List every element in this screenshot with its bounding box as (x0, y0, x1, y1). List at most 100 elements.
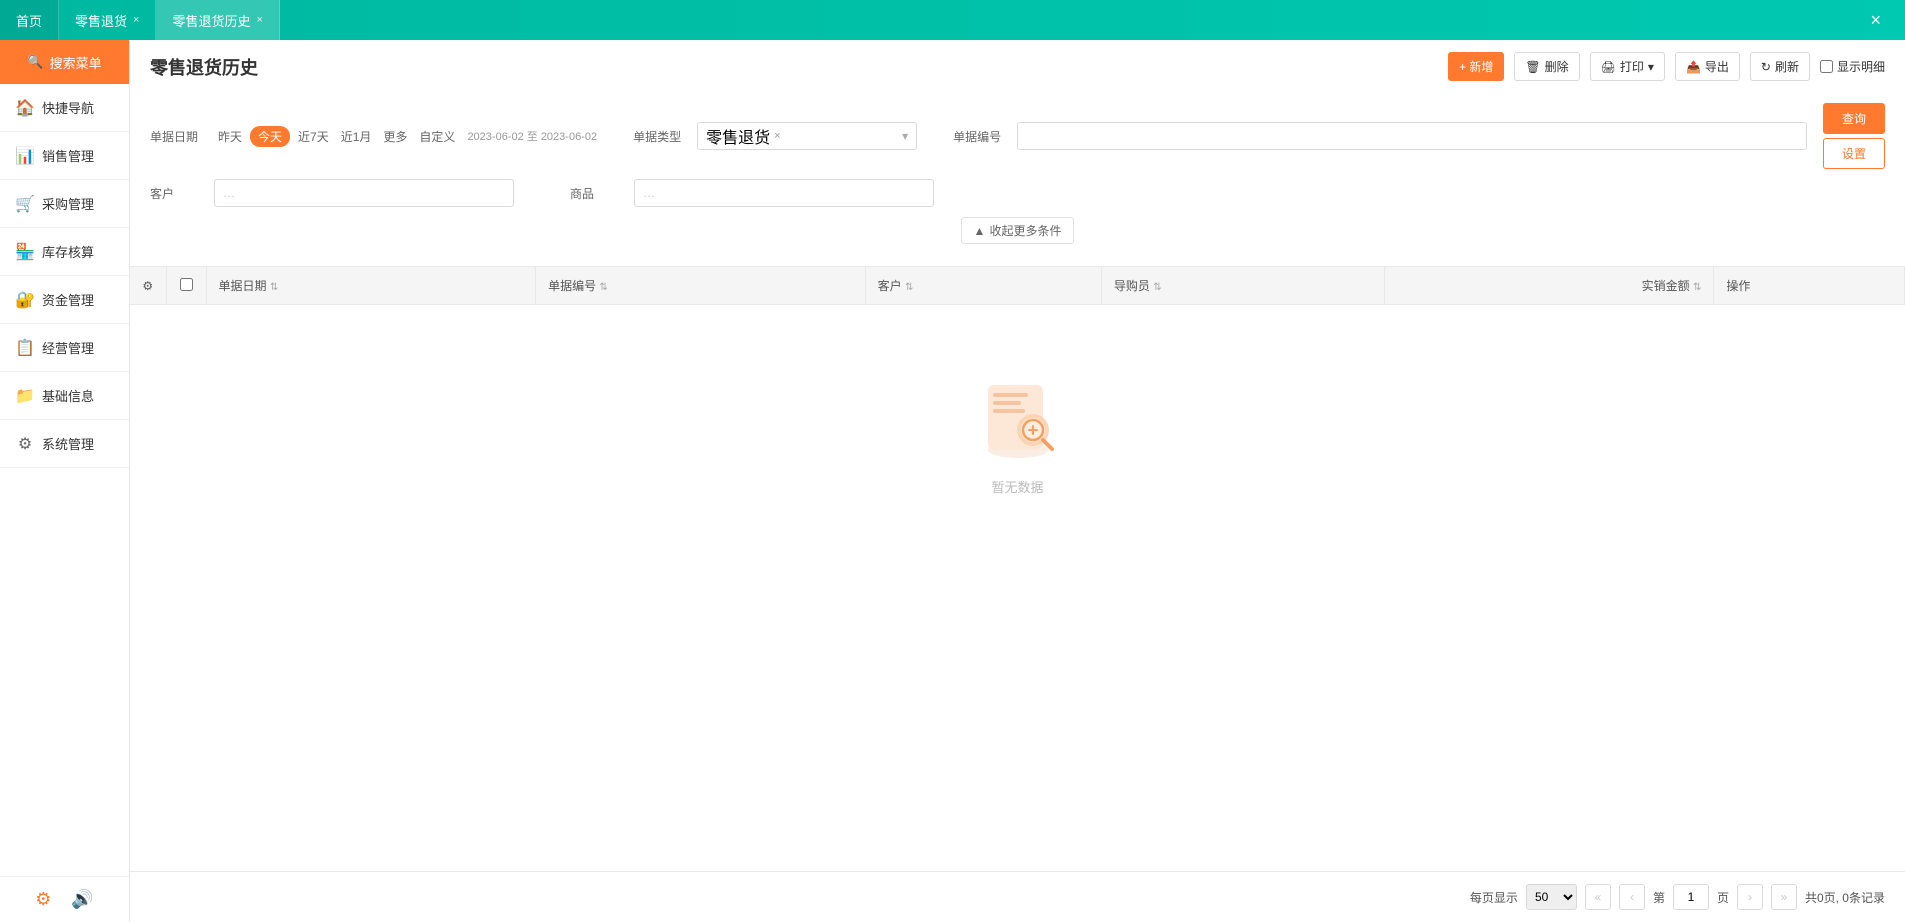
tab-retail-return-label: 零售退货 (75, 11, 127, 30)
quick-nav-icon: 🏠 (16, 99, 34, 117)
print-button[interactable]: 🖨 打印 ▾ (1590, 52, 1665, 81)
collapse-label: 收起更多条件 (989, 222, 1061, 239)
doc-type-tag-close[interactable]: × (774, 130, 780, 142)
inventory-icon: 🏪 (16, 243, 34, 261)
customer-input[interactable]: … (214, 179, 514, 207)
doc-no-col-header[interactable]: 单据编号 ⇅ (536, 267, 866, 305)
content-area: 零售退货历史 + 新增 🗑 删除 🖨 打印 ▾ 📤 导出 (130, 40, 1905, 922)
doc-type-selected-value: 零售退货 × (706, 124, 780, 148)
sidebar-item-finance[interactable]: 🔐 资金管理 (0, 276, 129, 324)
sidebar-item-sales-label: 销售管理 (42, 146, 94, 165)
checkbox-col-header[interactable] (166, 267, 206, 305)
audio-bottom-icon[interactable]: 🔊 (71, 889, 93, 910)
collapse-button[interactable]: ▲ 收起更多条件 (961, 217, 1075, 244)
page-title: 零售退货历史 (150, 54, 258, 80)
date-range-text: 2023-06-02 至 2023-06-02 (467, 128, 597, 144)
doc-no-input[interactable] (1017, 122, 1807, 150)
sidebar-item-finance-label: 资金管理 (42, 290, 94, 309)
export-icon: 📤 (1686, 60, 1701, 74)
doc-type-filter-group: 单据类型 零售退货 × ▾ (633, 122, 917, 150)
sidebar-item-system[interactable]: ⚙ 系统管理 (0, 420, 129, 468)
date-7days-btn[interactable]: 近7天 (294, 126, 333, 147)
amount-sort-icon: ⇅ (1693, 282, 1701, 293)
query-button[interactable]: 查询 (1823, 103, 1885, 134)
add-button[interactable]: + 新增 (1448, 52, 1504, 81)
customer-filter-group: 客户 … (150, 179, 514, 207)
goods-input[interactable]: … (634, 179, 934, 207)
sidebar: 🔍 搜索菜单 🏠 快捷导航 📊 销售管理 🛒 采购管理 🏪 库存核算 🔐 资金管… (0, 40, 130, 922)
sidebar-bottom: ⚙ 🔊 (0, 876, 129, 922)
print-dropdown-icon: ▾ (1648, 60, 1654, 74)
date-1month-btn[interactable]: 近1月 (337, 126, 376, 147)
prev-page-btn[interactable]: ‹ (1619, 884, 1645, 910)
customer-col-header[interactable]: 客户 ⇅ (865, 267, 1101, 305)
export-button[interactable]: 📤 导出 (1675, 52, 1740, 81)
filter-row-1: 单据日期 昨天 今天 近7天 近1月 更多 自定义 2023-06-02 至 2… (150, 103, 1885, 169)
page-size-label: 每页显示 (1470, 889, 1518, 906)
page-label: 页 (1717, 889, 1729, 906)
delete-button[interactable]: 🗑 删除 (1514, 52, 1579, 81)
main-layout: 🔍 搜索菜单 🏠 快捷导航 📊 销售管理 🛒 采购管理 🏪 库存核算 🔐 资金管… (0, 40, 1905, 922)
sidebar-item-sales-mgmt[interactable]: 📊 销售管理 (0, 132, 129, 180)
tab-retail-return-history-close[interactable]: × (256, 14, 262, 26)
tab-retail-return-close[interactable]: × (133, 14, 139, 26)
refresh-button[interactable]: ↻ 刷新 (1750, 52, 1810, 81)
filter-row-2: 客户 … 商品 … (150, 179, 1885, 207)
sidebar-item-quick-nav[interactable]: 🏠 快捷导航 (0, 84, 129, 132)
tab-retail-return-history[interactable]: 零售退货历史 × (156, 0, 279, 40)
settings-bottom-icon[interactable]: ⚙ (35, 889, 51, 910)
date-custom-btn[interactable]: 自定义 (415, 126, 459, 147)
show-detail-checkbox[interactable] (1820, 60, 1833, 73)
empty-icon (968, 365, 1068, 465)
window-close-icon[interactable]: × (1862, 10, 1889, 31)
doc-no-label: 单据编号 (953, 128, 1009, 145)
first-page-btn[interactable]: « (1585, 884, 1611, 910)
page-size-select[interactable]: 50 100 200 (1526, 884, 1577, 910)
operations-icon: 📋 (16, 339, 34, 357)
page-word: 第 (1653, 889, 1665, 906)
last-page-btn[interactable]: » (1771, 884, 1797, 910)
topbar-tabs: 首页 零售退货 × 零售退货历史 × (0, 0, 1862, 40)
customer-label: 客户 (150, 185, 206, 202)
doc-no-sort-icon: ⇅ (599, 282, 607, 293)
doc-no-filter-group: 单据编号 (953, 122, 1807, 150)
doc-date-sort-icon: ⇅ (270, 282, 278, 293)
table-wrap: ⚙ 单据日期 ⇅ 单据编号 ⇅ (130, 267, 1905, 871)
sidebar-item-operations[interactable]: 📋 经营管理 (0, 324, 129, 372)
settings-button[interactable]: 设置 (1823, 138, 1885, 169)
date-more-btn[interactable]: 更多 (379, 126, 411, 147)
table-container: ⚙ 单据日期 ⇅ 单据编号 ⇅ (130, 267, 1905, 922)
tab-retail-return-history-label: 零售退货历史 (172, 11, 250, 30)
empty-text: 暂无数据 (991, 477, 1043, 496)
doc-type-label: 单据类型 (633, 128, 689, 145)
show-detail-checkbox-wrap[interactable]: 显示明细 (1820, 58, 1885, 75)
date-filter-group: 单据日期 昨天 今天 近7天 近1月 更多 自定义 2023-06-02 至 2… (150, 126, 597, 147)
amount-col-header[interactable]: 实销金额 ⇅ (1384, 267, 1714, 305)
date-today-btn[interactable]: 今天 (250, 126, 290, 147)
collapse-row: ▲ 收起更多条件 (150, 213, 1885, 252)
guide-col-header[interactable]: 导购员 ⇅ (1101, 267, 1384, 305)
filter-area: 单据日期 昨天 今天 近7天 近1月 更多 自定义 2023-06-02 至 2… (150, 93, 1885, 266)
doc-type-dropdown-icon: ▾ (902, 129, 908, 143)
date-yesterday-btn[interactable]: 昨天 (214, 126, 246, 147)
sidebar-item-base-info[interactable]: 📁 基础信息 (0, 372, 129, 420)
doc-type-select[interactable]: 零售退货 × ▾ (697, 122, 917, 150)
sidebar-item-inventory[interactable]: 🏪 库存核算 (0, 228, 129, 276)
select-all-checkbox[interactable] (180, 278, 193, 291)
search-icon: 🔍 (27, 54, 43, 70)
current-page-input[interactable] (1673, 884, 1709, 910)
tab-home[interactable]: 首页 (0, 0, 59, 40)
topbar: 首页 零售退货 × 零售退货历史 × × (0, 0, 1905, 40)
empty-state: 暂无数据 (130, 305, 1905, 556)
customer-placeholder: … (223, 186, 235, 200)
pagination: 每页显示 50 100 200 « ‹ 第 页 › » 共0页, 0条记录 (130, 871, 1905, 922)
table-header-row: ⚙ 单据日期 ⇅ 单据编号 ⇅ (130, 267, 1905, 305)
purchase-icon: 🛒 (16, 195, 34, 213)
system-icon: ⚙ (16, 435, 34, 453)
gear-col-header[interactable]: ⚙ (130, 267, 166, 305)
next-page-btn[interactable]: › (1737, 884, 1763, 910)
sidebar-search[interactable]: 🔍 搜索菜单 (0, 40, 129, 84)
sidebar-item-purchase-mgmt[interactable]: 🛒 采购管理 (0, 180, 129, 228)
tab-retail-return[interactable]: 零售退货 × (59, 0, 156, 40)
doc-date-col-header[interactable]: 单据日期 ⇅ (206, 267, 536, 305)
